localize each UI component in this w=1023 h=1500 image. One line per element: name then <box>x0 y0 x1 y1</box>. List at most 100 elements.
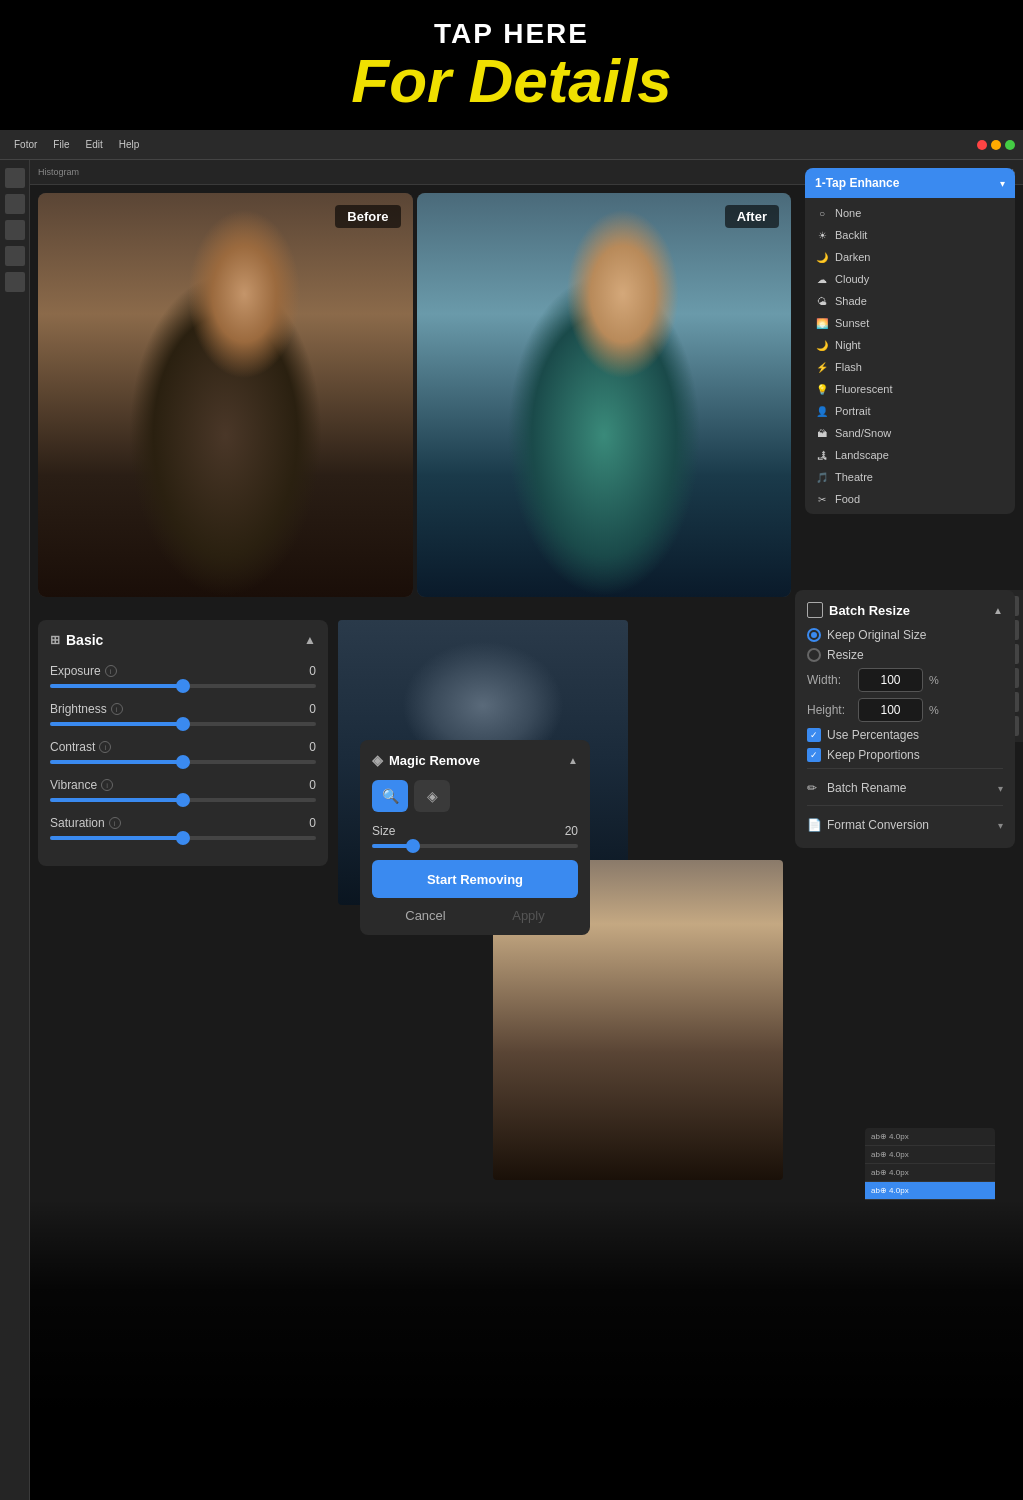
shade-icon: 🌤 <box>815 294 829 308</box>
left-tool-3[interactable] <box>5 220 25 240</box>
layers-panel: ab⊕ 4.0px ab⊕ 4.0px ab⊕ 4.0px ab⊕ 4.0px <box>865 1128 995 1200</box>
size-slider[interactable] <box>372 844 578 848</box>
basic-panel-header: ⊞ Basic ▲ <box>50 632 316 648</box>
batch-resize-chevron-icon[interactable]: ▲ <box>993 605 1003 616</box>
basic-collapse-icon[interactable]: ▲ <box>304 633 316 647</box>
toolbar-fotor[interactable]: Fotor <box>8 137 43 152</box>
contrast-info-icon[interactable]: i <box>99 741 111 753</box>
exposure-slider-track[interactable] <box>50 684 316 688</box>
banner[interactable]: TAP HERE For Details <box>0 0 1023 130</box>
sliders-icon: ⊞ <box>50 633 60 647</box>
toolbar-edit[interactable]: Edit <box>79 137 108 152</box>
before-label: Before <box>335 205 400 228</box>
close-icon[interactable] <box>977 140 987 150</box>
layer-item-2[interactable]: ab⊕ 4.0px <box>865 1146 995 1164</box>
start-removing-button[interactable]: Start Removing <box>372 860 578 898</box>
enhance-item-darken[interactable]: 🌙 Darken <box>805 246 1015 268</box>
contrast-slider-track[interactable] <box>50 760 316 764</box>
resize-radio-button[interactable] <box>807 648 821 662</box>
enhance-none-label: None <box>835 207 861 219</box>
enhance-item-fluorescent[interactable]: 💡 Fluorescent <box>805 378 1015 400</box>
batch-rename-label: ✏ Batch Rename <box>807 781 906 795</box>
toolbar-help[interactable]: Help <box>113 137 146 152</box>
enhance-item-landscape[interactable]: 🏞 Landscape <box>805 444 1015 466</box>
keep-proportions-label: Keep Proportions <box>827 748 920 762</box>
apply-button[interactable]: Apply <box>512 908 545 923</box>
exposure-thumb[interactable] <box>176 679 190 693</box>
keep-original-label: Keep Original Size <box>827 628 926 642</box>
brightness-thumb[interactable] <box>176 717 190 731</box>
format-conversion-chevron-icon: ▾ <box>998 820 1003 831</box>
enhance-item-cloudy[interactable]: ☁ Cloudy <box>805 268 1015 290</box>
left-tool-5[interactable] <box>5 272 25 292</box>
checkmark-2-icon: ✓ <box>810 750 818 760</box>
height-input[interactable] <box>858 698 923 722</box>
format-conversion-row[interactable]: 📄 Format Conversion ▾ <box>807 814 1003 836</box>
enhance-darken-label: Darken <box>835 251 870 263</box>
enhance-item-sandsnow[interactable]: 🏔 Sand/Snow <box>805 422 1015 444</box>
basic-panel-title: ⊞ Basic <box>50 632 103 648</box>
left-tool-2[interactable] <box>5 194 25 214</box>
document-icon: 📄 <box>807 818 821 832</box>
keep-original-radio-button[interactable] <box>807 628 821 642</box>
left-tool-4[interactable] <box>5 246 25 266</box>
size-slider-thumb[interactable] <box>406 839 420 853</box>
pencil-icon: ✏ <box>807 781 821 795</box>
enhance-item-shade[interactable]: 🌤 Shade <box>805 290 1015 312</box>
cancel-button[interactable]: Cancel <box>405 908 445 923</box>
main-layout: Histogram 110% Before After <box>0 160 1023 1500</box>
saturation-thumb[interactable] <box>176 831 190 845</box>
enhance-header[interactable]: 1-Tap Enhance ▾ <box>805 168 1015 198</box>
width-input[interactable] <box>858 668 923 692</box>
left-tool-1[interactable] <box>5 168 25 188</box>
enhance-item-night[interactable]: 🌙 Night <box>805 334 1015 356</box>
enhance-item-none[interactable]: ○ None <box>805 202 1015 224</box>
keep-original-radio[interactable]: Keep Original Size <box>807 628 1003 642</box>
use-percentages-checkbox[interactable]: ✓ <box>807 728 821 742</box>
minimize-icon[interactable] <box>991 140 1001 150</box>
saturation-slider-track[interactable] <box>50 836 316 840</box>
vibrance-info-icon[interactable]: i <box>101 779 113 791</box>
magic-brush-tool[interactable]: 🔍 <box>372 780 408 812</box>
vibrance-thumb[interactable] <box>176 793 190 807</box>
exposure-info-icon[interactable]: i <box>105 665 117 677</box>
enhance-item-sunset[interactable]: 🌅 Sunset <box>805 312 1015 334</box>
magic-eraser-tool[interactable]: ◈ <box>414 780 450 812</box>
enhance-item-portrait[interactable]: 👤 Portrait <box>805 400 1015 422</box>
enhance-backlit-label: Backlit <box>835 229 867 241</box>
cloudy-icon: ☁ <box>815 272 829 286</box>
layer-item-1[interactable]: ab⊕ 4.0px <box>865 1128 995 1146</box>
histogram-label: Histogram <box>38 167 79 177</box>
enhance-title: 1-Tap Enhance <box>815 176 899 190</box>
keep-proportions-checkbox[interactable]: ✓ <box>807 748 821 762</box>
batch-resize-panel: Batch Resize ▲ Keep Original Size Resize… <box>795 590 1015 848</box>
vibrance-slider-track[interactable] <box>50 798 316 802</box>
theatre-icon: 🎵 <box>815 470 829 484</box>
magic-wand-icon: ◈ <box>372 752 383 768</box>
batch-rename-row[interactable]: ✏ Batch Rename ▾ <box>807 777 1003 799</box>
brightness-slider-track[interactable] <box>50 722 316 726</box>
enhance-item-food[interactable]: ✂ Food <box>805 488 1015 510</box>
magic-remove-chevron-icon[interactable]: ▲ <box>568 755 578 766</box>
resize-radio[interactable]: Resize <box>807 648 1003 662</box>
contrast-thumb[interactable] <box>176 755 190 769</box>
size-row: Size 20 <box>372 824 578 838</box>
enhance-chevron-icon[interactable]: ▾ <box>1000 178 1005 189</box>
layer-item-4[interactable]: ab⊕ 4.0px <box>865 1182 995 1200</box>
exposure-fill <box>50 684 183 688</box>
portrait-icon: 👤 <box>815 404 829 418</box>
enhance-item-flash[interactable]: ⚡ Flash <box>805 356 1015 378</box>
enhance-item-theatre[interactable]: 🎵 Theatre <box>805 466 1015 488</box>
maximize-icon[interactable] <box>1005 140 1015 150</box>
saturation-info-icon[interactable]: i <box>109 817 121 829</box>
vibrance-value: 0 <box>309 778 316 792</box>
batch-resize-icon <box>807 602 823 618</box>
toolbar-file[interactable]: File <box>47 137 75 152</box>
brightness-value: 0 <box>309 702 316 716</box>
contrast-label: Contrast i <box>50 740 111 754</box>
enhance-item-backlit[interactable]: ☀ Backlit <box>805 224 1015 246</box>
use-percentages-row[interactable]: ✓ Use Percentages <box>807 728 1003 742</box>
keep-proportions-row[interactable]: ✓ Keep Proportions <box>807 748 1003 762</box>
brightness-info-icon[interactable]: i <box>111 703 123 715</box>
layer-item-3[interactable]: ab⊕ 4.0px <box>865 1164 995 1182</box>
